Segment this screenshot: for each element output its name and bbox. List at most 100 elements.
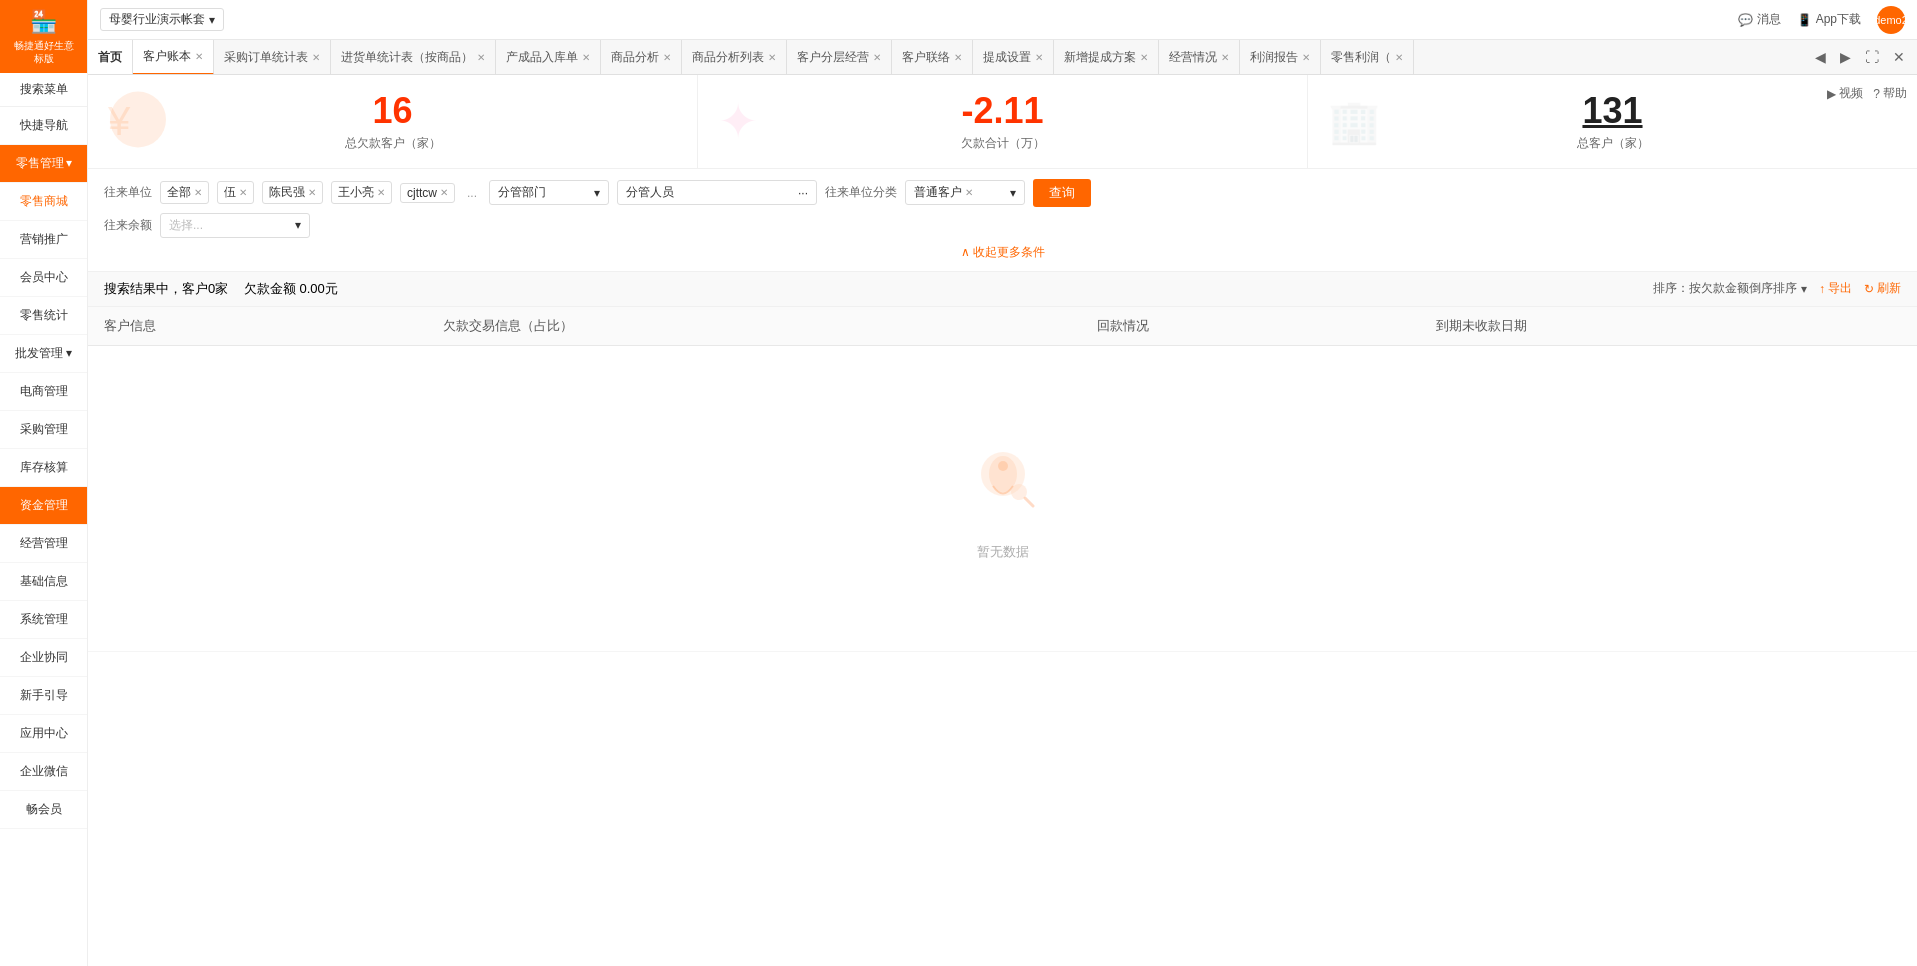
sidebar-item-wholesale[interactable]: 批发管理 ▾ [0, 335, 87, 373]
sidebar-item-enterprise-collab[interactable]: 企业协同 [0, 639, 87, 677]
tab-next-button[interactable]: ▶ [1836, 47, 1855, 67]
tab-home[interactable]: 首页 [88, 40, 133, 75]
refresh-button[interactable]: ↻ 刷新 [1864, 280, 1901, 297]
tab-profit-report[interactable]: 利润报告 ✕ [1240, 40, 1321, 75]
tab-fullscreen-button[interactable]: ⛶ [1861, 47, 1883, 67]
account-selector[interactable]: 母婴行业演示帐套 ▾ [100, 8, 224, 31]
balance-filter-input[interactable]: 选择... ▾ [160, 213, 310, 238]
col-due-date: 到期未收款日期 [1420, 307, 1917, 346]
close-tab-commission[interactable]: ✕ [1035, 52, 1043, 63]
remove-tag-wang[interactable]: ✕ [377, 187, 385, 198]
stat-help-links: ▶ 视频 ? 帮助 [1827, 85, 1907, 102]
search-result-actions: 排序：按欠款金额倒序排序 ▾ ↑ 导出 ↻ 刷新 [1653, 280, 1901, 297]
topbar: 母婴行业演示帐套 ▾ 💬 消息 📱 App下载 demo2 [88, 0, 1917, 40]
sidebar-item-retail-stats[interactable]: 零售统计 [0, 297, 87, 335]
filter-row-1: 往来单位 全部 ✕ 伍 ✕ 陈民强 ✕ 王小亮 ✕ cjt [104, 179, 1901, 207]
category-dropdown-arrow: ▾ [1010, 186, 1016, 200]
sidebar-item-retail[interactable]: 零售管理 ▾ [0, 145, 87, 183]
sidebar-item-marketing[interactable]: 营销推广 [0, 221, 87, 259]
sidebar-item-member-center[interactable]: 会员中心 [0, 259, 87, 297]
sidebar-item-retail-mall[interactable]: 零售商城 [0, 183, 87, 221]
page-content: ¥ 16 总欠款客户（家） ✦ -2.11 欠款合计（万） 🏢 131 [88, 75, 1917, 966]
close-tab-new-commission[interactable]: ✕ [1140, 52, 1148, 63]
remove-category-tag[interactable]: ✕ [965, 187, 973, 198]
balance-dropdown-arrow: ▾ [295, 218, 301, 232]
tab-customer-tier[interactable]: 客户分层经营 ✕ [787, 40, 892, 75]
unit-filter-label: 往来单位 [104, 184, 152, 201]
tab-stock-stats[interactable]: 进货单统计表（按商品） ✕ [331, 40, 496, 75]
sidebar-item-app-center[interactable]: 应用中心 [0, 715, 87, 753]
empty-state: 暂无数据 [104, 356, 1901, 641]
tab-product-analysis[interactable]: 商品分析 ✕ [601, 40, 682, 75]
stat-label-debt-customers: 总欠款客户（家） [345, 135, 441, 152]
message-icon: 💬 [1738, 13, 1753, 27]
empty-state-row: 暂无数据 [88, 345, 1917, 651]
sidebar-item-inventory[interactable]: 库存核算 [0, 449, 87, 487]
close-tab-product-list[interactable]: ✕ [768, 52, 776, 63]
sort-select[interactable]: 排序：按欠款金额倒序排序 ▾ [1653, 280, 1807, 297]
person-dropdown-arrow: ··· [798, 186, 808, 200]
stat-total-debt-amount: ✦ -2.11 欠款合计（万） [698, 75, 1308, 168]
close-tab-profit[interactable]: ✕ [1302, 52, 1310, 63]
query-button[interactable]: 查询 [1033, 179, 1091, 207]
sidebar-item-search-menu[interactable]: 搜索菜单 [0, 73, 87, 107]
tab-prev-button[interactable]: ◀ [1811, 47, 1830, 67]
tab-product-analysis-list[interactable]: 商品分析列表 ✕ [682, 40, 787, 75]
remove-tag-wu[interactable]: ✕ [239, 187, 247, 198]
tab-operations[interactable]: 经营情况 ✕ [1159, 40, 1240, 75]
close-tab-operations[interactable]: ✕ [1221, 52, 1229, 63]
stat-total-customers: 🏢 131 总客户（家） [1308, 75, 1917, 168]
messages-button[interactable]: 💬 消息 [1738, 11, 1781, 28]
close-tab-purchase[interactable]: ✕ [312, 52, 320, 63]
tab-new-commission[interactable]: 新增提成方案 ✕ [1054, 40, 1159, 75]
tab-customer-ledger[interactable]: 客户账本 ✕ [133, 40, 214, 75]
refresh-icon: ↻ [1864, 282, 1874, 296]
close-tab-product-analysis[interactable]: ✕ [663, 52, 671, 63]
remove-tag-cjttcw[interactable]: ✕ [440, 187, 448, 198]
dept-dropdown-arrow: ▾ [594, 186, 600, 200]
sidebar-item-basic-info[interactable]: 基础信息 [0, 563, 87, 601]
app-download-button[interactable]: 📱 App下载 [1797, 11, 1861, 28]
main-area: 母婴行业演示帐套 ▾ 💬 消息 📱 App下载 demo2 首页 [88, 0, 1917, 966]
close-tab-finished[interactable]: ✕ [582, 52, 590, 63]
tab-retail-profit[interactable]: 零售利润（ ✕ [1321, 40, 1414, 75]
user-avatar-area[interactable]: demo2 [1877, 6, 1905, 34]
sidebar-item-operations[interactable]: 经营管理 [0, 525, 87, 563]
category-filter-dropdown[interactable]: 普通客户 ✕ ▾ [905, 180, 1025, 205]
svg-point-3 [998, 461, 1008, 471]
close-tab-tier[interactable]: ✕ [873, 52, 881, 63]
sidebar-item-ecommerce[interactable]: 电商管理 [0, 373, 87, 411]
chevron-down-icon: ▾ [66, 156, 72, 170]
sidebar-item-enterprise-wechat[interactable]: 企业微信 [0, 753, 87, 791]
person-filter-dropdown[interactable]: 分管人员 ··· [617, 180, 817, 205]
filter-tag-unit-all: 全部 ✕ [160, 181, 209, 204]
video-help-link[interactable]: ▶ 视频 [1827, 85, 1863, 102]
sidebar-item-quick-nav[interactable]: 快捷导航 [0, 107, 87, 145]
sidebar-item-finance[interactable]: 资金管理 [0, 487, 87, 525]
close-tab-contact[interactable]: ✕ [954, 52, 962, 63]
more-unit-tags-button[interactable]: ... [463, 184, 481, 202]
sidebar-item-new-user-guide[interactable]: 新手引导 [0, 677, 87, 715]
tab-customer-contact[interactable]: 客户联络 ✕ [892, 40, 973, 75]
close-tab-stock[interactable]: ✕ [477, 52, 485, 63]
help-link[interactable]: ? 帮助 [1873, 85, 1907, 102]
export-button[interactable]: ↑ 导出 [1819, 280, 1852, 297]
tab-finished-goods[interactable]: 产成品入库单 ✕ [496, 40, 601, 75]
filter-tag-category-normal: 普通客户 ✕ [914, 184, 973, 201]
tab-purchase-order-stats[interactable]: 采购订单统计表 ✕ [214, 40, 331, 75]
sidebar-item-system[interactable]: 系统管理 [0, 601, 87, 639]
logo-icon: 🏪 [30, 8, 57, 37]
sidebar-item-chang-member[interactable]: 畅会员 [0, 791, 87, 829]
sidebar-item-purchase[interactable]: 采购管理 [0, 411, 87, 449]
tab-commission-setting[interactable]: 提成设置 ✕ [973, 40, 1054, 75]
tab-close-all-button[interactable]: ✕ [1889, 47, 1909, 67]
help-icon: ? [1873, 87, 1880, 101]
col-repayment: 回款情况 [1081, 307, 1420, 346]
account-label: 母婴行业演示帐套 [109, 11, 205, 28]
close-tab-customer-ledger[interactable]: ✕ [195, 51, 203, 62]
remove-tag-unit-all[interactable]: ✕ [194, 187, 202, 198]
collapse-filter-button[interactable]: ∧ 收起更多条件 [961, 244, 1045, 261]
remove-tag-chen[interactable]: ✕ [308, 187, 316, 198]
dept-filter-dropdown[interactable]: 分管部门 ▾ [489, 180, 609, 205]
close-tab-retail-profit[interactable]: ✕ [1395, 52, 1403, 63]
